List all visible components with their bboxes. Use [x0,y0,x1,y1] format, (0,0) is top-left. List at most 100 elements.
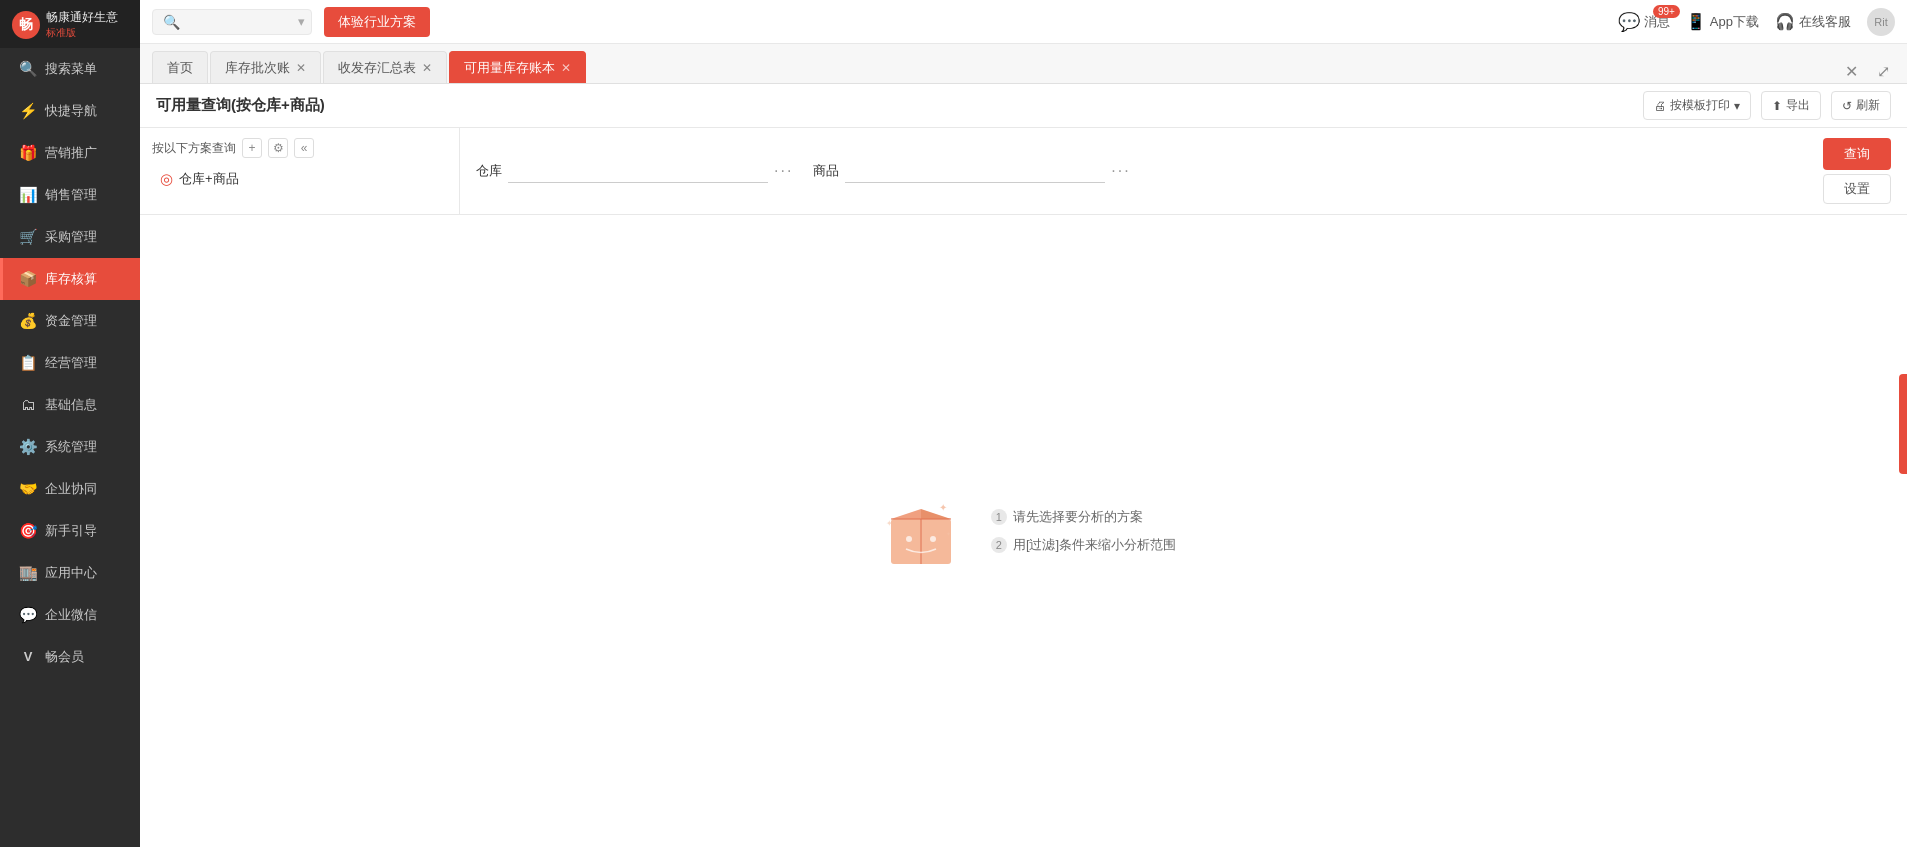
refresh-btn[interactable]: ↺ 刷新 [1831,91,1891,120]
tab-available-ledger-close[interactable]: ✕ [561,61,571,75]
step-num-1: 1 [991,509,1007,525]
scheme-item-label: 仓库+商品 [179,170,239,188]
warehouse-input[interactable] [508,159,768,183]
sidebar-item-finance[interactable]: 💰 资金管理 [0,300,140,342]
empty-hint-2-text: 用[过滤]条件来缩小分析范围 [1013,536,1176,554]
tab-home-label: 首页 [167,59,193,77]
wechat-icon: 💬 [19,606,37,624]
settings-scheme-btn[interactable]: ⚙ [268,138,288,158]
target-icon: 🎯 [19,522,37,540]
app-download-label: App下载 [1710,13,1759,31]
sidebar-item-system[interactable]: ⚙️ 系统管理 [0,426,140,468]
page-header-actions: 🖨 按模板打印 ▾ ⬆ 导出 ↺ 刷新 [1643,91,1891,120]
sidebar-item-label-purchase: 采购管理 [45,228,97,246]
topbar: 🔍 ▾ 体验行业方案 💬 消息 99+ 📱 App下载 🎧 在线客服 Rit [140,0,1907,44]
tab-batch-ledger-label: 库存批次账 [225,59,290,77]
tab-available-ledger-label: 可用量库存账本 [464,59,555,77]
sidebar-item-sales[interactable]: 📊 销售管理 [0,174,140,216]
sidebar: 畅 畅康通好生意 标准版 🔍 搜索菜单 ⚡ 快捷导航 🎁 营销推广 📊 销售管理… [0,0,140,847]
tab-collect-ledger-label: 收发存汇总表 [338,59,416,77]
sidebar-item-label-appstore: 应用中心 [45,564,97,582]
headset-icon: 🎧 [1775,12,1795,31]
sidebar-item-search[interactable]: 🔍 搜索菜单 [0,48,140,90]
tab-close-all-icon[interactable]: ✕ [1839,59,1863,83]
sidebar-item-cooperation[interactable]: 🤝 企业协同 [0,468,140,510]
svg-point-6 [930,536,936,542]
sidebar-item-wechat[interactable]: 💬 企业微信 [0,594,140,636]
tab-expand-icon[interactable]: ⤢ [1871,59,1895,83]
svg-point-5 [906,536,912,542]
logo-text-block: 畅康通好生意 标准版 [46,10,118,40]
sidebar-scroll: 🔍 搜索菜单 ⚡ 快捷导航 🎁 营销推广 📊 销售管理 🛒 采购管理 📦 库存核… [0,48,140,847]
page-content: 可用量查询(按仓库+商品) 🖨 按模板打印 ▾ ⬆ 导出 ↺ 刷新 [140,84,1907,847]
page-title: 可用量查询(按仓库+商品) [156,96,1643,115]
sidebar-item-label-marketing: 营销推广 [45,144,97,162]
topbar-search-input[interactable] [184,15,294,29]
sidebar-item-appstore[interactable]: 🏬 应用中心 [0,552,140,594]
sidebar-item-inventory[interactable]: 📦 库存核算 [0,258,140,300]
query-btn[interactable]: 查询 [1823,138,1891,170]
tab-home[interactable]: 首页 [152,51,208,83]
empty-svg: ✦ ✦ ✦ [871,481,971,581]
industry-btn[interactable]: 体验行业方案 [324,7,430,37]
tab-collect-ledger-close[interactable]: ✕ [422,61,432,75]
sidebar-item-purchase[interactable]: 🛒 采购管理 [0,216,140,258]
phone-icon: 📱 [1686,12,1706,31]
sidebar-item-label-sales: 销售管理 [45,186,97,204]
goods-input[interactable] [845,159,1105,183]
sidebar-item-label-wechat: 企业微信 [45,606,97,624]
message-badge: 99+ [1653,5,1680,18]
sidebar-item-member[interactable]: V 畅会员 [0,636,140,678]
sidebar-item-label-operation: 经营管理 [45,354,97,372]
collapse-scheme-btn[interactable]: « [294,138,314,158]
online-service-label: 在线客服 [1799,13,1851,31]
search-icon: 🔍 [19,60,37,78]
app-download-btn[interactable]: 📱 App下载 [1686,12,1759,31]
scheme-item-warehouse-goods[interactable]: ◎ 仓库+商品 [152,164,447,194]
filter-area: 按以下方案查询 + ⚙ « ◎ 仓库+商品 仓库 ··· 商品 [140,128,1907,215]
sidebar-item-label-shortcut: 快捷导航 [45,102,97,120]
filter-left-header: 按以下方案查询 + ⚙ « [152,138,447,158]
goods-more-btn[interactable]: ··· [1111,162,1130,180]
dropdown-icon: ▾ [1734,99,1740,113]
warehouse-more-btn[interactable]: ··· [774,162,793,180]
tabs-bar-right: ✕ ⤢ [1839,59,1907,83]
filter-actions: 查询 设置 [1823,138,1891,204]
cart-icon: 🛒 [19,228,37,246]
sidebar-item-label-inventory: 库存核算 [45,270,97,288]
tab-collect-ledger[interactable]: 收发存汇总表 ✕ [323,51,447,83]
gear-icon: ⚙️ [19,438,37,456]
topbar-dropdown-icon[interactable]: ▾ [298,14,305,29]
page-header: 可用量查询(按仓库+商品) 🖨 按模板打印 ▾ ⬆ 导出 ↺ 刷新 [140,84,1907,128]
topbar-search-icon: 🔍 [163,14,180,30]
sidebar-item-shortcut[interactable]: ⚡ 快捷导航 [0,90,140,132]
tab-batch-ledger[interactable]: 库存批次账 ✕ [210,51,321,83]
step-num-2: 2 [991,537,1007,553]
add-scheme-btn[interactable]: + [242,138,262,158]
gift-icon: 🎁 [19,144,37,162]
svg-marker-1 [891,509,921,519]
empty-illustration: ✦ ✦ ✦ [871,481,971,581]
sidebar-item-operation[interactable]: 📋 经营管理 [0,342,140,384]
online-service-btn[interactable]: 🎧 在线客服 [1775,12,1851,31]
export-btn[interactable]: ⬆ 导出 [1761,91,1821,120]
export-icon: ⬆ [1772,99,1782,113]
user-avatar[interactable]: Rit [1867,8,1895,36]
tab-batch-ledger-close[interactable]: ✕ [296,61,306,75]
sidebar-item-marketing[interactable]: 🎁 营销推广 [0,132,140,174]
goods-filter-group: 商品 ··· [813,159,1130,183]
sidebar-item-basic[interactable]: 🗂 基础信息 [0,384,140,426]
main-area: 🔍 ▾ 体验行业方案 💬 消息 99+ 📱 App下载 🎧 在线客服 Rit [140,0,1907,847]
filter-settings-btn[interactable]: 设置 [1823,174,1891,204]
logo-icon: 畅 [12,11,40,39]
tab-available-ledger[interactable]: 可用量库存账本 ✕ [449,51,586,83]
sidebar-item-label-member: 畅会员 [45,648,84,666]
goods-label: 商品 [813,162,839,180]
sidebar-item-label-search: 搜索菜单 [45,60,97,78]
empty-state: ✦ ✦ ✦ 1 请先选择要分析的方案 2 用[过滤]条件来缩小分析范围 [140,215,1907,847]
sidebar-item-label-finance: 资金管理 [45,312,97,330]
message-btn[interactable]: 💬 消息 99+ [1618,11,1670,33]
empty-hint-1-text: 请先选择要分析的方案 [1013,508,1143,526]
print-btn[interactable]: 🖨 按模板打印 ▾ [1643,91,1751,120]
sidebar-item-newuser[interactable]: 🎯 新手引导 [0,510,140,552]
